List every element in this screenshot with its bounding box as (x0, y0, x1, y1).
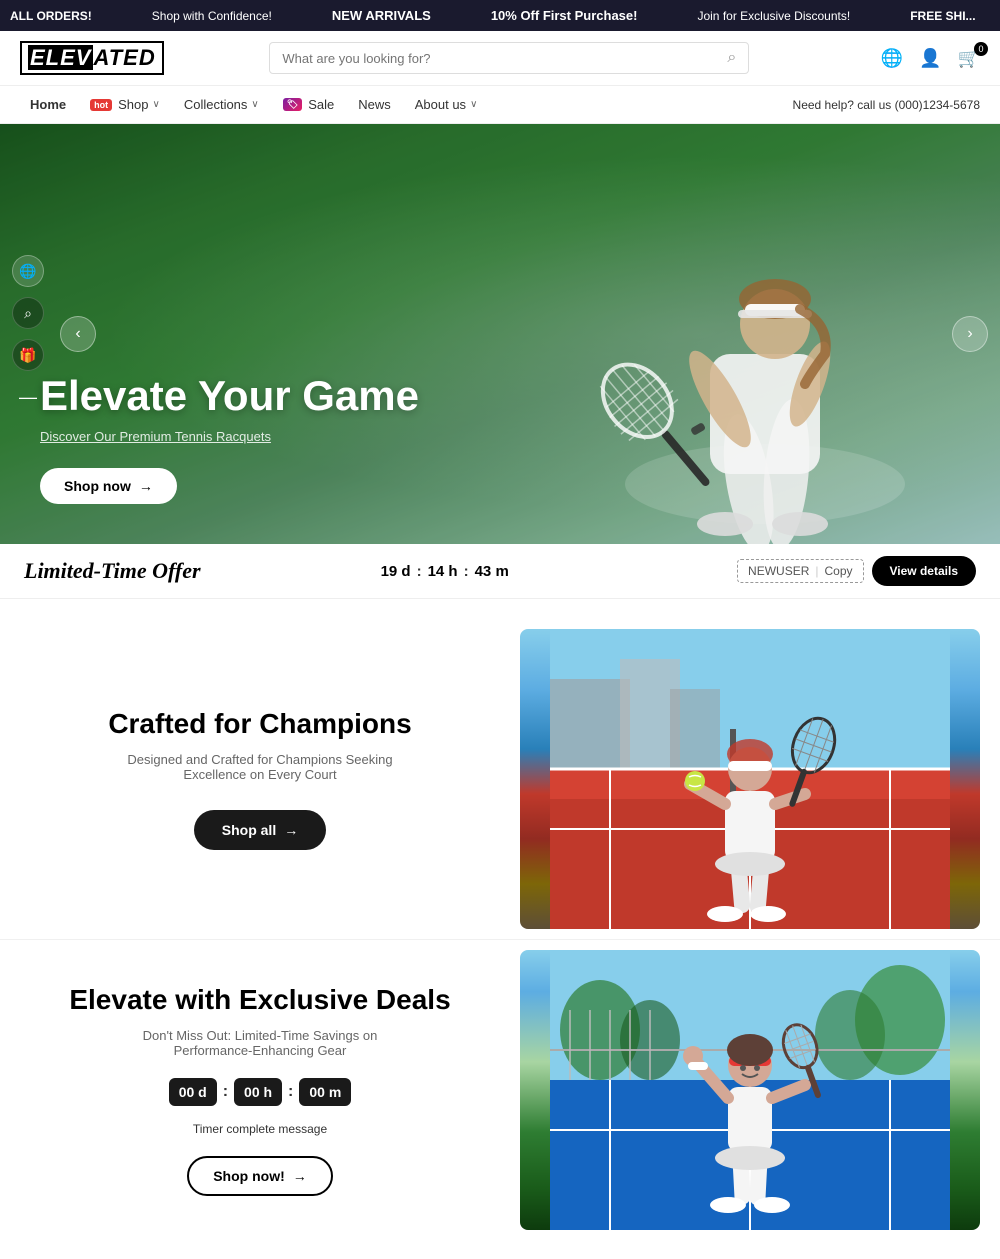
deals-cta-label: Shop now! (213, 1168, 285, 1184)
nav-about[interactable]: About us ∨ (405, 89, 488, 120)
nav-shop-label: Shop (118, 97, 148, 112)
main-content: Crafted for Champions Designed and Craft… (0, 599, 1000, 1259)
announce-item: Join for Exclusive Discounts! (697, 9, 850, 23)
timer-sep-2: : (464, 563, 469, 580)
countdown-sep-1: : (223, 1083, 228, 1101)
nav-sale[interactable]: 🏷 Sale (273, 89, 344, 120)
deals-title: Elevate with Exclusive Deals (69, 984, 450, 1016)
header: ELEVATED ⌕ 🌐 👤 🛒 0 (0, 31, 1000, 86)
countdown-timer: 00 d : 00 h : 00 m (169, 1078, 352, 1106)
shop-all-arrow-icon: → (284, 822, 298, 838)
language-button[interactable]: 🌐 (881, 48, 903, 69)
search-input[interactable] (282, 51, 727, 66)
deals-arrow-icon: → (293, 1168, 307, 1184)
header-icons: 🌐 👤 🛒 0 (881, 48, 980, 69)
logo-text: ELEV (28, 45, 93, 70)
shop-chevron-icon: ∨ (153, 99, 160, 110)
nav-help-text: Need help? call us (000)1234-5678 (793, 98, 980, 112)
hero-prev-icon: ‹ (75, 325, 80, 343)
sale-badge: 🏷 (283, 98, 302, 111)
countdown-days: 00 d (169, 1078, 217, 1106)
cart-count-badge: 0 (974, 42, 988, 56)
search-bar[interactable]: ⌕ (269, 42, 749, 74)
coupon-code-display: NEWUSER | Copy (737, 559, 863, 583)
timer-days: 19 d (381, 563, 411, 580)
side-controls: 🌐 ⌕ 🎁 — (12, 255, 44, 413)
champions-text: Crafted for Champions Designed and Craft… (0, 668, 520, 890)
coupon-code-text: NEWUSER (748, 564, 809, 578)
countdown-sep-2: : (288, 1083, 293, 1101)
nav-shop[interactable]: hot Shop ∨ (80, 89, 170, 120)
deals-image (520, 950, 980, 1230)
side-gift-button[interactable]: 🎁 (12, 339, 44, 371)
side-search-button[interactable]: ⌕ (12, 297, 44, 329)
account-button[interactable]: 👤 (919, 48, 941, 69)
nav-sale-label: Sale (308, 97, 334, 112)
offer-coupon: NEWUSER | Copy View details (737, 556, 976, 586)
countdown-hours: 00 h (234, 1078, 282, 1106)
nav-news[interactable]: News (348, 89, 401, 120)
side-dash: — (12, 381, 44, 413)
side-globe-button[interactable]: 🌐 (12, 255, 44, 287)
hero-next-button[interactable]: › (952, 316, 988, 352)
champions-subtitle: Designed and Crafted for Champions Seeki… (110, 752, 410, 782)
timer-hours: 14 h (428, 563, 458, 580)
nav-links: Home hot Shop ∨ Collections ∨ 🏷 Sale New… (20, 89, 793, 120)
champions-title: Crafted for Champions (108, 708, 411, 740)
deals-image-content (520, 950, 980, 1230)
collections-chevron-icon: ∨ (251, 99, 258, 110)
logo[interactable]: ELEVATED (20, 41, 164, 75)
announce-item: NEW ARRIVALS (332, 8, 431, 23)
navigation: Home hot Shop ∨ Collections ∨ 🏷 Sale New… (0, 86, 1000, 124)
cart-button[interactable]: 🛒 0 (958, 48, 980, 69)
hero-shop-now-button[interactable]: Shop now → (40, 468, 177, 504)
hero-arrow-icon: → (139, 478, 153, 494)
offer-title: Limited-Time Offer (24, 558, 201, 584)
shop-all-button[interactable]: Shop all → (194, 810, 326, 850)
hero-next-icon: › (967, 325, 972, 343)
divider: | (815, 564, 818, 578)
timer-minutes: 43 m (475, 563, 509, 580)
announce-item-highlight: 10% Off First Purchase! (491, 8, 638, 23)
hero-player-illustration (590, 134, 940, 544)
offer-timer: 19 d : 14 h : 43 m (381, 563, 509, 580)
copy-coupon-button[interactable]: Copy (825, 564, 853, 578)
nav-collections-label: Collections (184, 97, 248, 112)
announcement-bar: ALL ORDERS! Shop with Confidence! NEW AR… (0, 0, 1000, 31)
shop-all-label: Shop all (222, 822, 276, 838)
deals-section: Elevate with Exclusive Deals Don't Miss … (0, 939, 1000, 1239)
search-submit-button[interactable]: ⌕ (727, 49, 736, 67)
deals-player-svg (550, 950, 950, 1230)
announcement-items: ALL ORDERS! Shop with Confidence! NEW AR… (10, 8, 1000, 23)
about-chevron-icon: ∨ (470, 99, 477, 110)
offer-bar: Limited-Time Offer 19 d : 14 h : 43 m NE… (0, 544, 1000, 599)
deals-text: Elevate with Exclusive Deals Don't Miss … (0, 944, 520, 1236)
announce-item: FREE SHI... (910, 9, 975, 23)
hero-prev-button[interactable]: ‹ (60, 316, 96, 352)
nav-collections[interactable]: Collections ∨ (174, 89, 269, 120)
timer-complete-message: Timer complete message (193, 1122, 327, 1136)
nav-home[interactable]: Home (20, 89, 76, 120)
hero-section: 🌐 ⌕ 🎁 — Elevate Your Game Discover Our P… (0, 124, 1000, 544)
countdown-minutes: 00 m (299, 1078, 351, 1106)
champions-player-svg (550, 629, 950, 929)
hot-badge: hot (90, 99, 112, 111)
deals-subtitle: Don't Miss Out: Limited-Time Savings on … (110, 1028, 410, 1058)
hero-content: Elevate Your Game Discover Our Premium T… (40, 373, 419, 504)
champions-section: Crafted for Champions Designed and Craft… (0, 619, 1000, 939)
deals-shop-now-button[interactable]: Shop now! → (187, 1156, 333, 1196)
champions-image (520, 629, 980, 929)
nav-about-label: About us (415, 97, 466, 112)
announce-item: Shop with Confidence! (152, 9, 272, 23)
hero-subtitle: Discover Our Premium Tennis Racquets (40, 429, 419, 444)
champions-image-content (520, 629, 980, 929)
view-details-button[interactable]: View details (872, 556, 976, 586)
timer-sep-1: : (417, 563, 422, 580)
announce-item: ALL ORDERS! (10, 9, 92, 23)
hero-title: Elevate Your Game (40, 373, 419, 419)
hero-cta-label: Shop now (64, 478, 131, 494)
